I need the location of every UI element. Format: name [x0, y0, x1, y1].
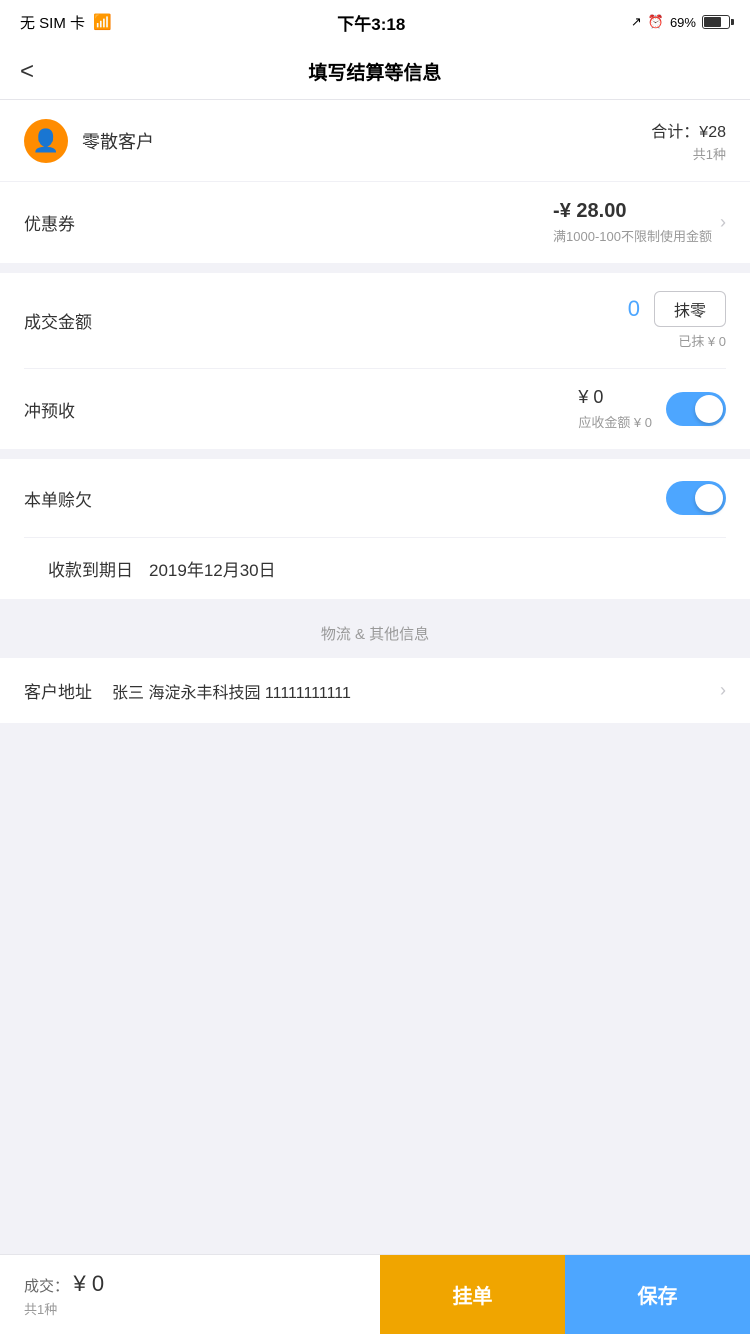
- customer-info: 👤 零散客户: [24, 119, 154, 163]
- footer: 成交： ¥ 0 共1种 挂单 保存: [0, 1254, 750, 1334]
- wifi-icon: 📶: [93, 13, 112, 31]
- pending-order-button[interactable]: 挂单: [380, 1255, 565, 1334]
- transaction-amount-row: 成交金额 0 抹零 已抹 ¥ 0: [24, 273, 726, 369]
- location-icon: ↗: [631, 14, 642, 30]
- credit-row: 本单赊欠: [24, 459, 726, 537]
- save-button[interactable]: 保存: [565, 1255, 750, 1334]
- transaction-label: 成交金额: [24, 308, 92, 333]
- credit-toggle-knob: [695, 484, 723, 512]
- coupon-label: 优惠券: [24, 210, 75, 235]
- address-value: 张三 海淀永丰科技园 11111111111: [112, 679, 720, 703]
- logistics-divider: 物流 & 其他信息: [0, 609, 750, 658]
- footer-transaction-label: 成交：: [24, 1278, 69, 1295]
- prepayment-toggle[interactable]: [666, 392, 726, 426]
- already-rounded: 已抹 ¥ 0: [678, 331, 726, 350]
- due-date-value[interactable]: 2019年12月30日: [149, 556, 276, 581]
- transaction-right: 0 抹零 已抹 ¥ 0: [628, 291, 726, 350]
- battery-percent: 69%: [670, 15, 696, 30]
- coupon-discount: -¥ 28.00: [553, 200, 712, 223]
- due-date-label: 收款到期日: [48, 556, 133, 581]
- customer-total: 合计：¥28: [651, 118, 726, 142]
- prepayment-controls: ¥ 0 应收金额 ¥ 0: [578, 387, 726, 431]
- avatar: 👤: [24, 119, 68, 163]
- address-chevron-icon: ›: [720, 680, 726, 701]
- footer-amount: ¥ 0: [73, 1271, 104, 1296]
- avatar-icon: 👤: [32, 128, 59, 154]
- coupon-description: 满1000-100不限制使用金额: [553, 226, 712, 245]
- customer-row: 👤 零散客户 合计：¥28 共1种: [0, 100, 750, 181]
- battery-icon: [702, 15, 730, 29]
- chevron-right-icon: ›: [720, 212, 726, 233]
- status-time: 下午3:18: [337, 10, 405, 35]
- transaction-amount-controls: 0 抹零: [628, 291, 726, 327]
- prepayment-value-col: ¥ 0 应收金额 ¥ 0: [578, 387, 652, 431]
- credit-label: 本单赊欠: [24, 486, 92, 511]
- page-title: 填写结算等信息: [308, 58, 441, 85]
- status-bar: 无 SIM 卡 📶 下午3:18 ↗ ⏰ 69%: [0, 0, 750, 44]
- footer-info: 成交： ¥ 0 共1种: [0, 1271, 380, 1318]
- alarm-icon: ⏰: [648, 14, 664, 30]
- customer-name: 零散客户: [82, 128, 154, 154]
- coupon-right: -¥ 28.00 满1000-100不限制使用金额 ›: [553, 200, 726, 245]
- carrier-label: 无 SIM 卡: [20, 12, 85, 33]
- address-row[interactable]: 客户地址 张三 海淀永丰科技园 11111111111 ›: [0, 658, 750, 723]
- coupon-value-col: -¥ 28.00 满1000-100不限制使用金额: [553, 200, 712, 245]
- credit-section: 本单赊欠 收款到期日 2019年12月30日: [0, 459, 750, 599]
- customer-section: 👤 零散客户 合计：¥28 共1种 优惠券 -¥ 28.00 满1000-100…: [0, 100, 750, 263]
- status-right: ↗ ⏰ 69%: [631, 14, 730, 30]
- toggle-knob: [695, 395, 723, 423]
- coupon-row[interactable]: 优惠券 -¥ 28.00 满1000-100不限制使用金额 ›: [0, 181, 750, 263]
- prepayment-row: 冲预收 ¥ 0 应收金额 ¥ 0: [24, 369, 726, 449]
- customer-total-info: 合计：¥28 共1种: [651, 118, 726, 163]
- receivable-amount: 应收金额 ¥ 0: [578, 412, 652, 431]
- prepayment-amount: ¥ 0: [578, 387, 652, 408]
- address-label: 客户地址: [24, 678, 96, 703]
- credit-toggle[interactable]: [666, 481, 726, 515]
- prepayment-right: ¥ 0 应收金额 ¥ 0: [578, 387, 726, 431]
- transaction-value[interactable]: 0: [628, 296, 640, 322]
- address-section: 客户地址 张三 海淀永丰科技园 11111111111 ›: [0, 658, 750, 723]
- back-button[interactable]: <: [20, 58, 34, 86]
- footer-transaction: 成交： ¥ 0: [24, 1271, 356, 1297]
- due-date-row: 收款到期日 2019年12月30日: [24, 537, 726, 599]
- nav-bar: < 填写结算等信息: [0, 44, 750, 100]
- logistics-label: 物流 & 其他信息: [321, 626, 429, 643]
- status-left: 无 SIM 卡 📶: [20, 12, 112, 33]
- round-off-button[interactable]: 抹零: [654, 291, 726, 327]
- customer-count: 共1种: [651, 144, 726, 163]
- footer-count: 共1种: [24, 1299, 356, 1318]
- amount-section: 成交金额 0 抹零 已抹 ¥ 0 冲预收 ¥ 0 应收金额 ¥ 0: [0, 273, 750, 449]
- prepayment-label: 冲预收: [24, 397, 75, 422]
